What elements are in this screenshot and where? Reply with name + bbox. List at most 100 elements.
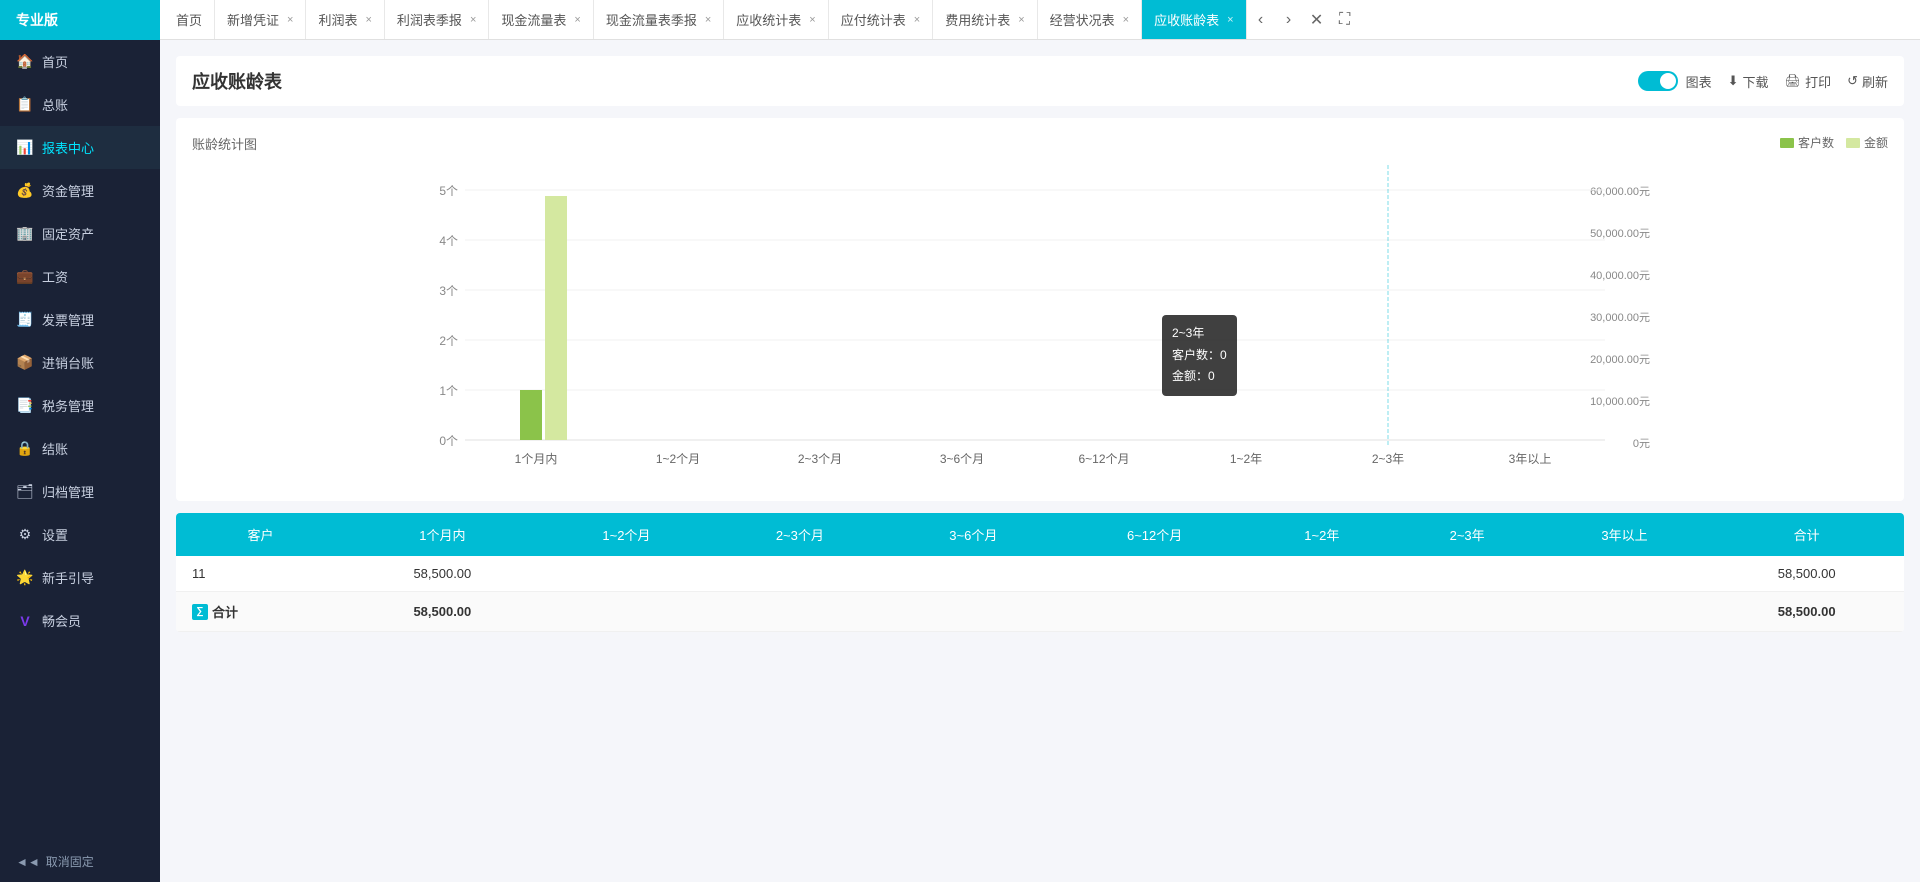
vip-icon: V (16, 613, 34, 629)
print-button[interactable]: 🖨 打印 (1785, 72, 1832, 91)
refresh-button[interactable]: ↺ 刷新 (1847, 72, 1888, 91)
tab-label: 利润表 (318, 10, 357, 29)
tab-close-icon[interactable]: × (705, 14, 711, 26)
chart-area: 5个 4个 3个 2个 1个 0个 60,000.00元 50,000.00元 … (192, 165, 1888, 485)
total-icon: ∑ (192, 604, 208, 620)
download-button[interactable]: ⬇ 下载 (1728, 72, 1769, 91)
tab-close-icon[interactable]: × (287, 14, 293, 26)
sidebar-item-label: 资金管理 (42, 181, 94, 200)
sidebar-item-salary[interactable]: 💼 工资 (0, 255, 160, 298)
col-total: 合计 (1709, 513, 1904, 556)
inventory-icon: 📦 (16, 354, 34, 371)
tab-next-button[interactable]: › (1275, 6, 1303, 34)
tab-receivable-aging[interactable]: 应收账龄表 × (1142, 0, 1246, 40)
refresh-icon: ↺ (1847, 73, 1858, 89)
svg-text:30,000.00元: 30,000.00元 (1590, 312, 1650, 324)
refresh-label: 刷新 (1862, 72, 1888, 91)
sidebar-item-label: 归档管理 (42, 482, 94, 501)
sidebar-item-label: 工资 (42, 267, 68, 286)
tab-expense-stats[interactable]: 费用统计表 × (933, 0, 1037, 40)
tab-close-icon[interactable]: × (809, 14, 815, 26)
sidebar-item-label: 税务管理 (42, 396, 94, 415)
tab-label: 现金流量表季报 (606, 10, 697, 29)
table-total-row: ∑ 合计 58,500.00 58,500.00 (176, 592, 1904, 632)
sidebar-item-invoice[interactable]: 🧾 发票管理 (0, 298, 160, 341)
sidebar-item-close[interactable]: 🔒 结账 (0, 427, 160, 470)
tab-label: 应收账龄表 (1154, 10, 1219, 29)
invoice-icon: 🧾 (16, 311, 34, 328)
sidebar-item-home[interactable]: 🏠 首页 (0, 40, 160, 83)
chart-toggle[interactable] (1638, 71, 1678, 91)
col-m3: 2~3个月 (713, 513, 886, 556)
tab-profit[interactable]: 利润表 × (306, 0, 384, 40)
sidebar-item-label: 设置 (42, 525, 68, 544)
col-m2: 1~2个月 (540, 513, 713, 556)
tab-business-status[interactable]: 经营状况表 × (1038, 0, 1142, 40)
col-m7: 2~3年 (1394, 513, 1539, 556)
tab-cashflow-quarterly[interactable]: 现金流量表季报 × (594, 0, 724, 40)
tab-prev-button[interactable]: ‹ (1247, 6, 1275, 34)
ledger-icon: 📋 (16, 96, 34, 113)
sidebar-item-vip[interactable]: V 畅会员 (0, 599, 160, 642)
tab-close-icon[interactable]: × (1123, 14, 1129, 26)
print-label: 打印 (1805, 72, 1831, 91)
assets-icon: 🏢 (16, 225, 34, 242)
table-row: 11 58,500.00 58,500.00 (176, 556, 1904, 592)
total-m4 (887, 592, 1060, 632)
sidebar-item-archive[interactable]: 🗂 归档管理 (0, 470, 160, 513)
tab-home-label: 首页 (176, 10, 202, 29)
sidebar-item-settings[interactable]: ⚙ 设置 (0, 513, 160, 556)
sidebar-item-label: 结账 (42, 439, 68, 458)
tab-close-icon[interactable]: × (1227, 14, 1233, 26)
col-m4: 3~6个月 (887, 513, 1060, 556)
tab-close-icon[interactable]: × (914, 14, 920, 26)
salary-icon: 💼 (16, 268, 34, 285)
tab-payable-stats[interactable]: 应付统计表 × (829, 0, 933, 40)
col-customer: 客户 (176, 513, 345, 556)
tab-receivable-stats[interactable]: 应收统计表 × (724, 0, 828, 40)
tab-close-icon[interactable]: × (574, 14, 580, 26)
guide-icon: 🌟 (16, 569, 34, 586)
tax-icon: 📑 (16, 397, 34, 414)
cell-m2 (540, 556, 713, 592)
table-section: 客户 1个月内 1~2个月 2~3个月 3~6个月 6~12个月 1~2年 2~… (176, 513, 1904, 632)
total-label-cell: ∑ 合计 (176, 592, 345, 632)
legend-customer-label: 客户数 (1798, 134, 1834, 151)
content-area: 应收账龄表 图表 ⬇ 下载 🖨 打印 ↺ 刷新 (160, 40, 1920, 882)
tab-fullscreen-button[interactable]: ⛶ (1331, 6, 1359, 34)
chart-section: 账龄统计图 客户数 金额 5个 4个 3个 2个 1个 (176, 118, 1904, 501)
svg-text:2个: 2个 (439, 334, 458, 348)
collapse-sidebar-button[interactable]: ◄◄ 取消固定 (0, 841, 160, 882)
tab-home[interactable]: 首页 (164, 0, 215, 40)
legend-amount-color (1846, 138, 1860, 148)
tab-close-icon[interactable]: × (470, 14, 476, 26)
cell-m5 (1060, 556, 1249, 592)
svg-text:2~3个月: 2~3个月 (798, 452, 842, 466)
svg-text:5个: 5个 (439, 184, 458, 198)
tab-bar: 首页 新增凭证 × 利润表 × 利润表季报 × 现金流量表 × 现金流量表季报 … (160, 0, 1920, 40)
data-table: 客户 1个月内 1~2个月 2~3个月 3~6个月 6~12个月 1~2年 2~… (176, 513, 1904, 632)
svg-text:3年以上: 3年以上 (1509, 452, 1552, 466)
tab-new-voucher[interactable]: 新增凭证 × (215, 0, 306, 40)
sidebar-item-guide[interactable]: 🌟 新手引导 (0, 556, 160, 599)
svg-text:10,000.00元: 10,000.00元 (1590, 396, 1650, 408)
tab-close-icon[interactable]: × (365, 14, 371, 26)
close-accounts-icon: 🔒 (16, 440, 34, 457)
sidebar-item-inventory[interactable]: 📦 进销台账 (0, 341, 160, 384)
tab-close-icon[interactable]: × (1018, 14, 1024, 26)
cell-m3 (713, 556, 886, 592)
collapse-label: 取消固定 (46, 853, 94, 870)
legend-amount: 金额 (1846, 134, 1888, 151)
tab-cashflow[interactable]: 现金流量表 × (489, 0, 593, 40)
tab-profit-quarterly[interactable]: 利润表季报 × (385, 0, 489, 40)
sidebar-item-tax[interactable]: 📑 税务管理 (0, 384, 160, 427)
cell-m6 (1249, 556, 1394, 592)
tab-label: 利润表季报 (397, 10, 462, 29)
tab-close-all-button[interactable]: ✕ (1303, 6, 1331, 34)
sidebar-item-reports[interactable]: 📊 报表中心 (0, 126, 160, 169)
main-area: 首页 新增凭证 × 利润表 × 利润表季报 × 现金流量表 × 现金流量表季报 … (160, 0, 1920, 882)
col-m8: 3年以上 (1540, 513, 1710, 556)
sidebar-item-funds[interactable]: 💰 资金管理 (0, 169, 160, 212)
sidebar-item-ledger[interactable]: 📋 总账 (0, 83, 160, 126)
sidebar-item-assets[interactable]: 🏢 固定资产 (0, 212, 160, 255)
